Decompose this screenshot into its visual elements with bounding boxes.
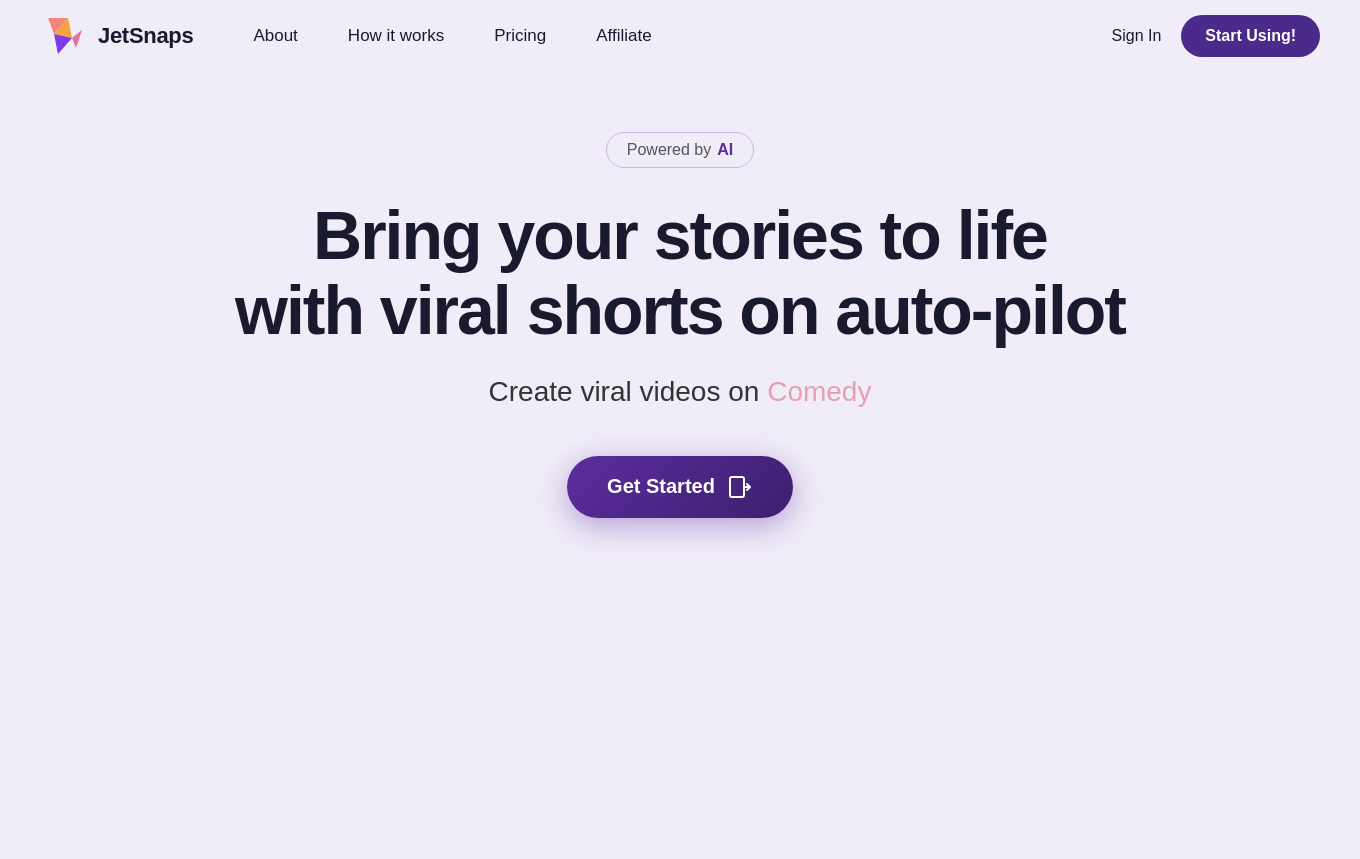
- hero-title-line2: with viral shorts on auto-pilot: [235, 272, 1125, 348]
- logo-icon: [40, 12, 88, 60]
- nav-about[interactable]: About: [253, 26, 297, 46]
- arrow-right-icon: [727, 474, 753, 500]
- get-started-label: Get Started: [607, 475, 715, 498]
- logo-link[interactable]: JetSnaps: [40, 12, 193, 60]
- start-using-button[interactable]: Start Using!: [1181, 15, 1320, 57]
- subtitle-highlight: Comedy: [767, 376, 871, 407]
- navbar: JetSnaps About How it works Pricing Affi…: [0, 0, 1360, 72]
- nav-pricing[interactable]: Pricing: [494, 26, 546, 46]
- hero-section: Powered by AI Bring your stories to life…: [0, 72, 1360, 518]
- nav-links: About How it works Pricing Affiliate: [253, 26, 1111, 46]
- brand-name: JetSnaps: [98, 23, 193, 49]
- nav-affiliate[interactable]: Affiliate: [596, 26, 651, 46]
- svg-rect-0: [730, 477, 744, 497]
- hero-title: Bring your stories to life with viral sh…: [235, 198, 1125, 348]
- badge-prefix: Powered by: [627, 141, 712, 159]
- get-started-button[interactable]: Get Started: [567, 456, 793, 518]
- nav-actions: Sign In Start Using!: [1112, 15, 1320, 57]
- subtitle-prefix: Create viral videos on: [489, 376, 760, 407]
- hero-subtitle: Create viral videos on Comedy: [489, 376, 872, 408]
- sign-in-button[interactable]: Sign In: [1112, 27, 1162, 45]
- badge-highlight: AI: [717, 141, 733, 159]
- nav-how-it-works[interactable]: How it works: [348, 26, 444, 46]
- hero-title-line1: Bring your stories to life: [313, 197, 1047, 273]
- powered-badge: Powered by AI: [606, 132, 755, 168]
